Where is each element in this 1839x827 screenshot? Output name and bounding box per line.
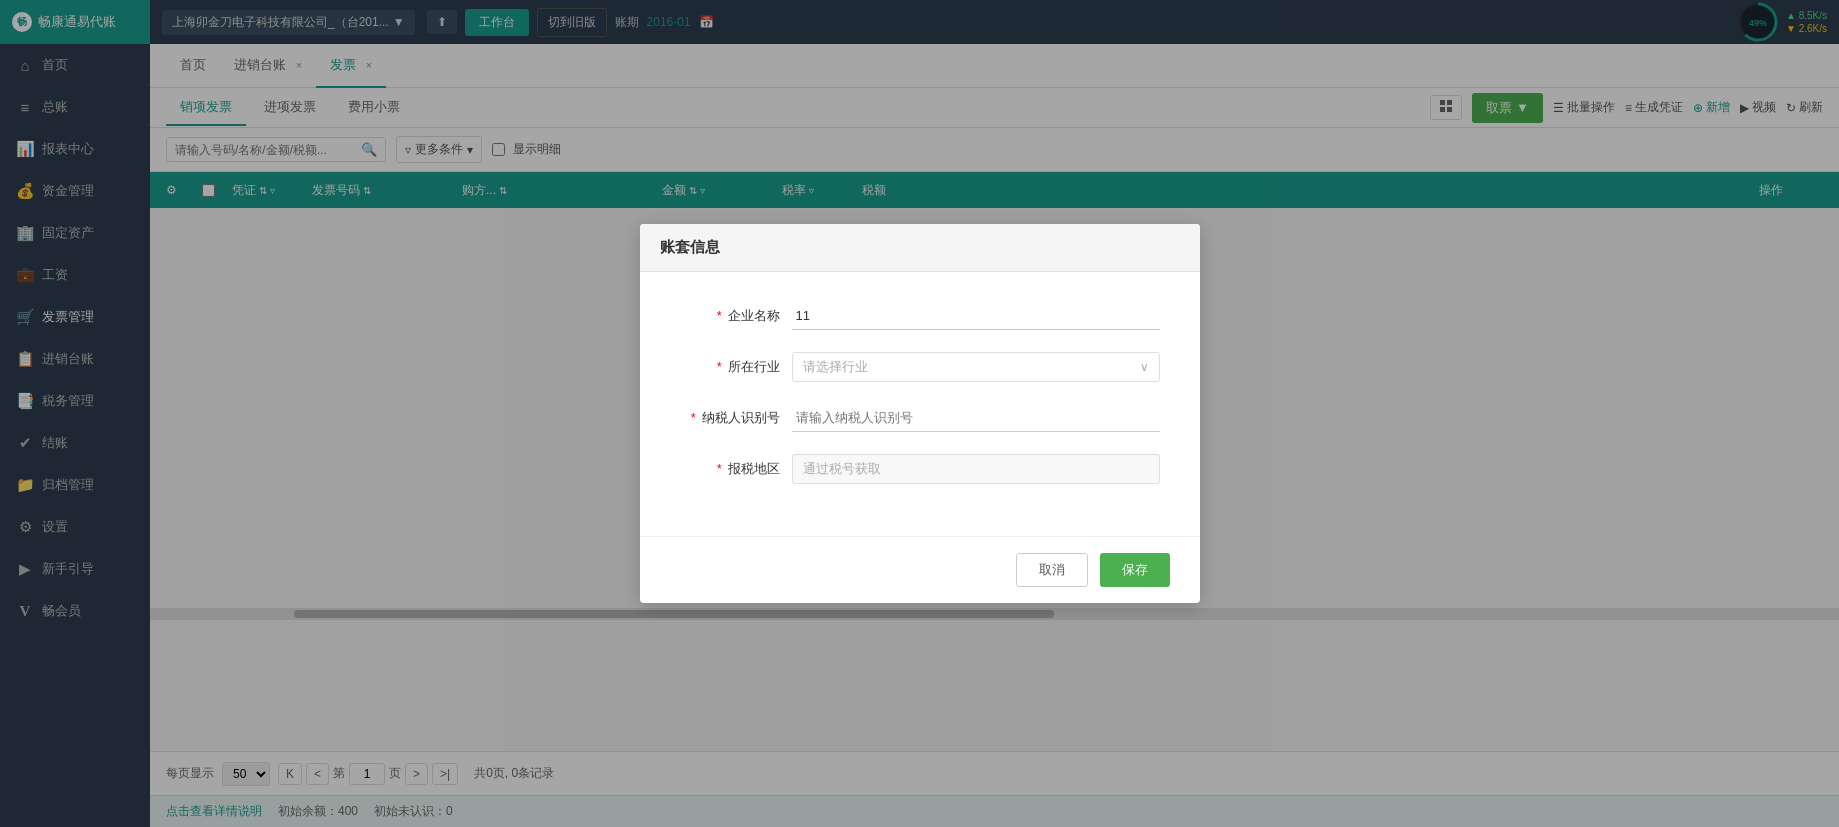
- tax-id-input[interactable]: [792, 404, 1160, 432]
- save-button[interactable]: 保存: [1100, 553, 1170, 587]
- tax-id-label: * 纳税人识别号: [680, 409, 780, 427]
- industry-label: * 所在行业: [680, 358, 780, 376]
- company-name-label: * 企业名称: [680, 307, 780, 325]
- modal-footer: 取消 保存: [640, 536, 1200, 603]
- tax-region-label: * 报税地区: [680, 460, 780, 478]
- industry-dropdown-arrow: ∨: [1140, 360, 1149, 374]
- industry-select[interactable]: 请选择行业 ∨: [792, 352, 1160, 382]
- modal-title: 账套信息: [660, 238, 720, 255]
- tax-region-row: * 报税地区 通过税号获取: [680, 454, 1160, 484]
- required-mark: *: [717, 308, 722, 323]
- account-info-modal: 账套信息 * 企业名称 11 * 所在行业 请选择行业 ∨: [640, 224, 1200, 603]
- industry-placeholder: 请选择行业: [803, 358, 1140, 376]
- modal-header: 账套信息: [640, 224, 1200, 272]
- tax-id-row: * 纳税人识别号: [680, 404, 1160, 432]
- required-mark: *: [691, 410, 696, 425]
- modal-overlay: 账套信息 * 企业名称 11 * 所在行业 请选择行业 ∨: [0, 0, 1839, 827]
- cancel-button[interactable]: 取消: [1016, 553, 1088, 587]
- company-name-input[interactable]: 11: [792, 302, 1160, 330]
- industry-row: * 所在行业 请选择行业 ∨: [680, 352, 1160, 382]
- company-name-row: * 企业名称 11: [680, 302, 1160, 330]
- required-mark: *: [717, 461, 722, 476]
- tax-region-display: 通过税号获取: [792, 454, 1160, 484]
- modal-body: * 企业名称 11 * 所在行业 请选择行业 ∨ *: [640, 272, 1200, 536]
- required-mark: *: [717, 359, 722, 374]
